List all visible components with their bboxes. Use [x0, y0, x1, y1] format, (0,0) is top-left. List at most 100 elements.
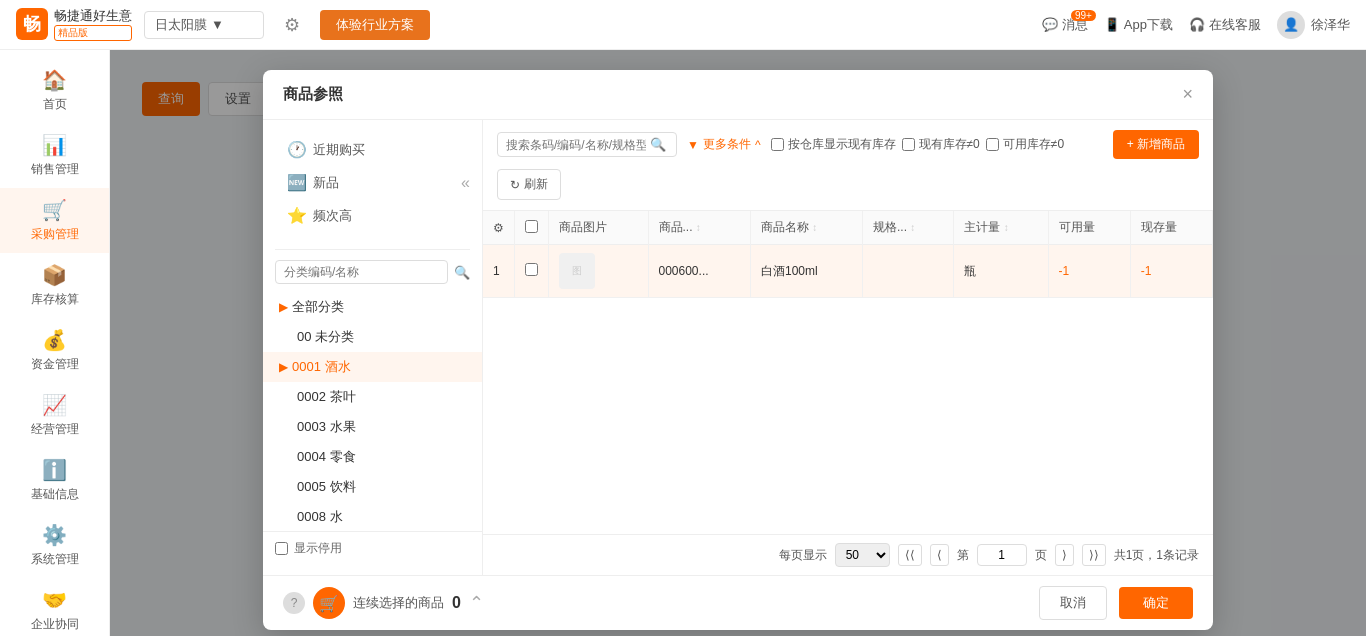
col-settings[interactable]: ⚙ [483, 211, 515, 245]
col-stock[interactable]: 现存量 [1130, 211, 1212, 245]
messages-nav[interactable]: 💬 消息 99+ [1042, 16, 1088, 34]
recent-purchase-nav[interactable]: 🕐 近期购买 [275, 134, 461, 165]
page-prev-btn[interactable]: ⟨ [930, 544, 949, 566]
cell-stock: -1 [1130, 245, 1212, 298]
category-item-0008[interactable]: 0008 水 [263, 502, 482, 531]
category-item-0002[interactable]: 0002 茶叶 [263, 382, 482, 412]
checkbox-stock-input[interactable] [902, 138, 915, 151]
product-search-box[interactable]: 🔍 [497, 132, 677, 157]
per-page-select[interactable]: 10 20 50 100 [835, 543, 890, 567]
dialog-close-button[interactable]: × [1182, 84, 1193, 105]
search-icon[interactable]: 🔍 [454, 265, 470, 280]
display-disabled-checkbox[interactable] [275, 542, 288, 555]
filter-button[interactable]: ▼ 更多条件 ^ [687, 136, 761, 153]
product-search-input[interactable] [506, 138, 646, 152]
messages-badge: 99+ [1071, 10, 1096, 21]
refresh-button[interactable]: ↻ 刷新 [497, 169, 561, 200]
category-item-0005[interactable]: 0005 饮料 [263, 472, 482, 502]
filter-checkboxes: 按仓库显示现有库存 现有库存≠0 可用库存≠0 [771, 136, 1065, 153]
sidebar-item-system[interactable]: ⚙️ 系统管理 [0, 513, 109, 578]
footer-info: ? 🛒 连续选择的商品 0 ⌃ [283, 587, 1027, 619]
page-first-btn[interactable]: ⟨⟨ [898, 544, 922, 566]
col-name[interactable]: 商品名称 ↕ [750, 211, 862, 245]
checkbox-warehouse[interactable]: 按仓库显示现有库存 [771, 136, 896, 153]
avatar: 👤 [1277, 11, 1305, 39]
sidebar-item-home[interactable]: 🏠 首页 [0, 58, 109, 123]
dialog-body: 🕐 近期购买 🆕 新品 ⭐ 频次高 [263, 120, 1213, 575]
page-last-btn[interactable]: ⟩⟩ [1082, 544, 1106, 566]
app-download-nav[interactable]: 📱 App下载 [1104, 16, 1173, 34]
footer-collapse-button[interactable]: ⌃ [469, 592, 484, 614]
chevron-up-icon: ^ [755, 138, 761, 152]
cell-index: 1 [483, 245, 515, 298]
pagination: 每页显示 10 20 50 100 ⟨⟨ ⟨ 第 页 [483, 534, 1213, 575]
help-icon[interactable]: ? [283, 592, 305, 614]
content-area: 查询 设置 刷新 商品参照 × [110, 50, 1366, 636]
online-service-nav[interactable]: 🎧 在线客服 [1189, 16, 1261, 34]
trial-button[interactable]: 体验行业方案 [320, 10, 430, 40]
table-row[interactable]: 1 图 000600... 白酒100ml 瓶 [483, 245, 1213, 298]
sidebar-item-purchase[interactable]: 🛒 采购管理 [0, 188, 109, 253]
cell-image: 图 [549, 245, 649, 298]
category-item-00[interactable]: 00 未分类 [263, 322, 482, 352]
cancel-button[interactable]: 取消 [1039, 586, 1107, 620]
logo-text: 畅捷通好生意 [54, 8, 132, 25]
checkbox-available-input[interactable] [986, 138, 999, 151]
col-unit[interactable]: 主计量 ↕ [954, 211, 1048, 245]
right-panel: 🔍 ▼ 更多条件 ^ 按仓库显示现有库存 [483, 120, 1213, 575]
category-search-row: 🔍 [263, 256, 482, 288]
user-avatar-area[interactable]: 👤 徐泽华 [1277, 11, 1350, 39]
category-item-0004[interactable]: 0004 零食 [263, 442, 482, 472]
sidebar-item-inventory[interactable]: 📦 库存核算 [0, 253, 109, 318]
col-spec[interactable]: 规格... ↕ [862, 211, 953, 245]
search-icon[interactable]: 🔍 [650, 137, 666, 152]
phone-icon: 📱 [1104, 17, 1120, 32]
checkbox-stock-nonzero[interactable]: 现有库存≠0 [902, 136, 980, 153]
filter-icon: ▼ [687, 138, 699, 152]
sidebar-item-operations[interactable]: 📈 经营管理 [0, 383, 109, 448]
sidebar-item-finance[interactable]: 💰 资金管理 [0, 318, 109, 383]
left-panel-collapse-btn[interactable]: « [461, 174, 470, 192]
sidebar-item-basic-info[interactable]: ℹ️ 基础信息 [0, 448, 109, 513]
col-code[interactable]: 商品... ↕ [648, 211, 750, 245]
category-item-0001[interactable]: ▶ 0001 酒水 [263, 352, 482, 382]
cell-name: 白酒100ml [750, 245, 862, 298]
new-products-nav[interactable]: 🆕 新品 [275, 167, 461, 198]
page-number-input[interactable] [977, 544, 1027, 566]
checkbox-warehouse-input[interactable] [771, 138, 784, 151]
cell-checkbox[interactable] [515, 245, 549, 298]
cart-icon-button[interactable]: 🛒 [313, 587, 345, 619]
category-tree: ▶ 全部分类 00 未分类 ▶ 0001 酒水 [263, 288, 482, 531]
page-next-btn[interactable]: ⟩ [1055, 544, 1074, 566]
logo-badge: 精品版 [54, 25, 132, 41]
category-search-input[interactable] [275, 260, 448, 284]
add-product-button[interactable]: + 新增商品 [1113, 130, 1199, 159]
left-panel: 🕐 近期购买 🆕 新品 ⭐ 频次高 [263, 120, 483, 575]
cell-available: -1 [1048, 245, 1130, 298]
product-reference-dialog: 商品参照 × 🕐 近期购买 [263, 70, 1213, 630]
user-name: 徐泽华 [1311, 16, 1350, 34]
dialog-footer: ? 🛒 连续选择的商品 0 ⌃ 取消 确定 [263, 575, 1213, 630]
checkbox-available-nonzero[interactable]: 可用库存≠0 [986, 136, 1064, 153]
category-item-all[interactable]: ▶ 全部分类 [263, 292, 482, 322]
sidebar-item-sales[interactable]: 📊 销售管理 [0, 123, 109, 188]
category-item-0003[interactable]: 0003 水果 [263, 412, 482, 442]
sidebar: 🏠 首页 📊 销售管理 🛒 采购管理 📦 库存核算 💰 资金管理 📈 经营管理 … [0, 50, 110, 636]
sidebar-item-enterprise[interactable]: 🤝 企业协同 [0, 578, 109, 636]
settings-button[interactable]: ⚙ [276, 9, 308, 41]
row-checkbox[interactable] [525, 263, 538, 276]
col-available[interactable]: 可用量 [1048, 211, 1130, 245]
cell-unit: 瓶 [954, 245, 1048, 298]
dialog-title: 商品参照 [283, 85, 343, 104]
high-frequency-nav[interactable]: ⭐ 频次高 [275, 200, 461, 231]
toolbar: 🔍 ▼ 更多条件 ^ 按仓库显示现有库存 [483, 120, 1213, 211]
display-disabled-label[interactable]: 显示停用 [294, 540, 342, 557]
store-dropdown[interactable]: 日太阳膜 ▼ [144, 11, 264, 39]
divider [275, 249, 470, 250]
main-layout: 🏠 首页 📊 销售管理 🛒 采购管理 📦 库存核算 💰 资金管理 📈 经营管理 … [0, 50, 1366, 636]
confirm-button[interactable]: 确定 [1119, 587, 1193, 619]
info-icon: ℹ️ [42, 458, 67, 482]
table-header-row: ⚙ 商品图片 商品... ↕ 商品名称 ↕ 规格... ↕ 主计量 ↕ 可用量 [483, 211, 1213, 245]
select-all-checkbox[interactable] [525, 220, 538, 233]
pagination-summary: 共1页，1条记录 [1114, 547, 1199, 564]
